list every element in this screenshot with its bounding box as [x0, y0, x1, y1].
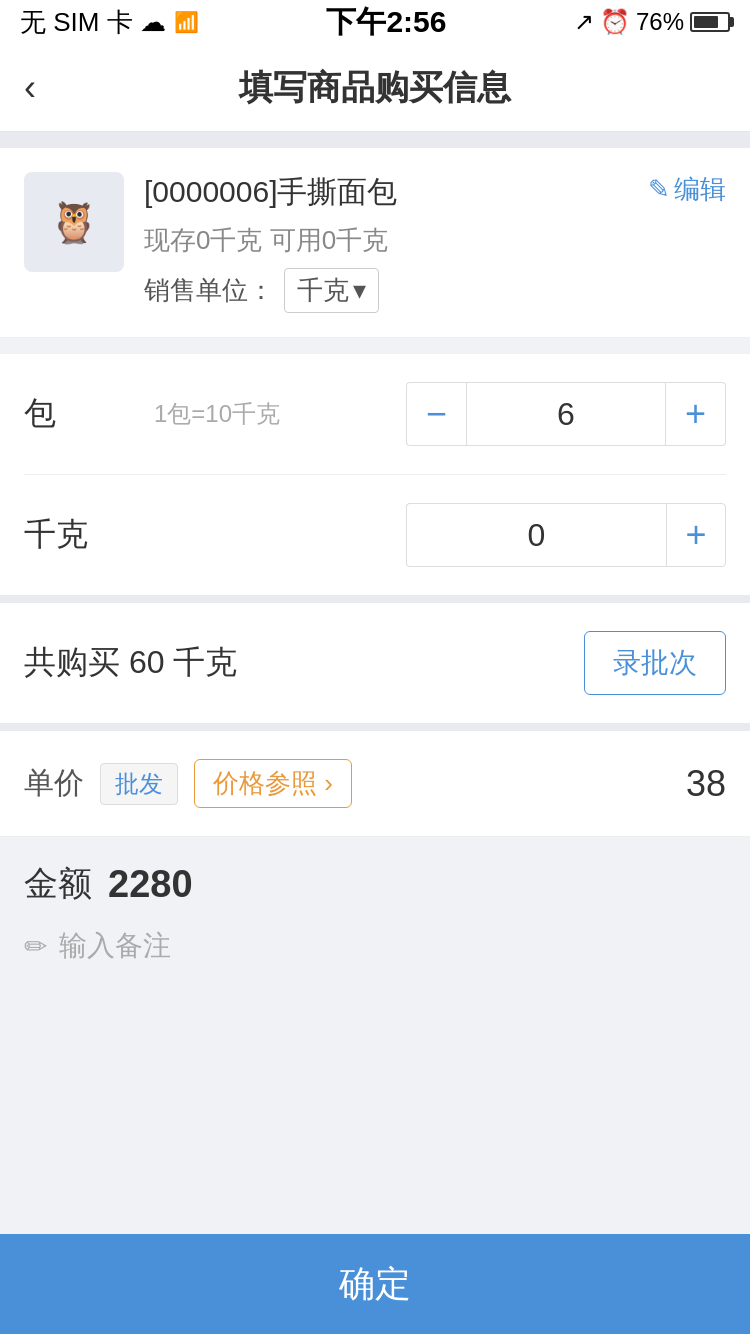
remark-placeholder: 输入备注 — [59, 927, 171, 965]
bag-minus-button[interactable]: − — [406, 382, 466, 446]
bag-sublabel: 1包=10千克 — [154, 398, 280, 430]
product-card: 🦉 [0000006]手撕面包 ✎ 编辑 现存0千克 可用0千克 销售单位： 千… — [0, 148, 750, 338]
input-section: 包 1包=10千克 − + 千克 + — [0, 354, 750, 595]
nav-bar: ‹ 填写商品购买信息 — [0, 44, 750, 132]
page-title: 填写商品购买信息 — [239, 65, 511, 111]
edit-icon: ✎ — [648, 174, 670, 205]
bag-controls: − + — [406, 382, 726, 446]
location-icon: ↗ — [574, 8, 594, 36]
product-name: [0000006]手撕面包 — [144, 172, 397, 213]
back-button[interactable]: ‹ — [24, 67, 36, 109]
bag-input-row: 包 1包=10千克 − + — [24, 354, 726, 475]
price-section: 单价 批发 价格参照 › 38 — [0, 731, 750, 837]
bag-quantity-input[interactable] — [466, 382, 666, 446]
remark-row[interactable]: ✏ 输入备注 — [24, 927, 726, 989]
battery-icon — [690, 12, 730, 32]
product-logo-icon: 🦉 — [49, 199, 99, 246]
bag-plus-button[interactable]: + — [666, 382, 726, 446]
divider-top — [0, 132, 750, 148]
product-stock: 现存0千克 可用0千克 — [144, 223, 726, 258]
summary-section: 共购买 60 千克 录批次 — [0, 595, 750, 731]
product-image: 🦉 — [24, 172, 124, 272]
kg-input-row: 千克 + — [24, 475, 726, 595]
amount-section: 金额 2280 ✏ 输入备注 — [0, 837, 750, 989]
confirm-button[interactable]: 确定 — [0, 1234, 750, 1334]
price-type-tag: 批发 — [100, 763, 178, 805]
price-value: 38 — [686, 763, 726, 805]
price-reference-button[interactable]: 价格参照 › — [194, 759, 352, 808]
unit-value: 千克 — [297, 273, 349, 308]
batch-button[interactable]: 录批次 — [584, 631, 726, 695]
price-label: 单价 — [24, 763, 84, 804]
status-right: ↗ ⏰ 76% — [574, 8, 730, 36]
wifi-icon: 📶 — [174, 10, 199, 34]
chevron-down-icon: ▾ — [353, 275, 366, 306]
bag-label: 包 — [24, 392, 144, 436]
pencil-icon: ✏ — [24, 930, 47, 963]
kg-label: 千克 — [24, 513, 144, 557]
amount-label: 金额 — [24, 861, 92, 907]
unit-label: 销售单位： — [144, 273, 274, 308]
edit-button[interactable]: ✎ 编辑 — [648, 172, 726, 207]
battery-percent: 76% — [636, 8, 684, 36]
status-bar: 无 SIM 卡 ☁ 📶 下午2:56 ↗ ⏰ 76% — [0, 0, 750, 44]
sim-label: 无 SIM 卡 ☁ — [20, 5, 166, 40]
status-time: 下午2:56 — [326, 2, 446, 43]
content-spacer — [0, 989, 750, 1234]
product-info: [0000006]手撕面包 ✎ 编辑 现存0千克 可用0千克 销售单位： 千克 … — [144, 172, 726, 313]
summary-text: 共购买 60 千克 — [24, 641, 237, 685]
amount-row: 金额 2280 — [24, 861, 726, 927]
section-divider-1 — [0, 338, 750, 354]
unit-select[interactable]: 千克 ▾ — [284, 268, 379, 313]
amount-value: 2280 — [108, 863, 193, 906]
product-unit-row: 销售单位： 千克 ▾ — [144, 268, 726, 313]
status-left: 无 SIM 卡 ☁ 📶 — [20, 5, 199, 40]
kg-plus-button[interactable]: + — [666, 503, 726, 567]
kg-quantity-input[interactable] — [406, 503, 666, 567]
alarm-icon: ⏰ — [600, 8, 630, 36]
kg-controls: + — [406, 503, 726, 567]
